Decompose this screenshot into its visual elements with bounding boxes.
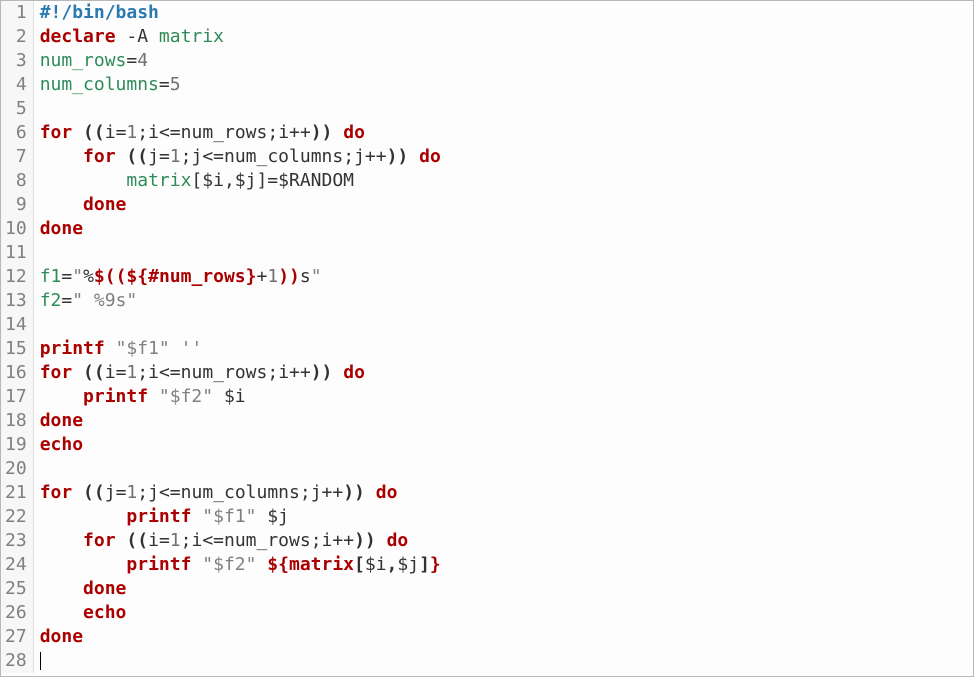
- code-line: matrix[$i,$j]=$RANDOM: [40, 169, 973, 193]
- code-line: for ((i=1;i<=num_rows;i++)) do: [40, 529, 973, 553]
- line-number: 14: [5, 313, 27, 337]
- code-line: [40, 313, 973, 337]
- code-line: done: [40, 409, 973, 433]
- code-line: [40, 241, 973, 265]
- line-number: 20: [5, 457, 27, 481]
- line-number: 25: [5, 577, 27, 601]
- line-number: 22: [5, 505, 27, 529]
- line-number: 8: [5, 169, 27, 193]
- line-number: 2: [5, 25, 27, 49]
- code-line: printf "$f2" $i: [40, 385, 973, 409]
- line-number: 4: [5, 73, 27, 97]
- line-number: 11: [5, 241, 27, 265]
- code-line: for ((i=1;i<=num_rows;i++)) do: [40, 121, 973, 145]
- code-line: printf "$f1" '': [40, 337, 973, 361]
- code-line: for ((i=1;i<=num_rows;i++)) do: [40, 361, 973, 385]
- line-number: 7: [5, 145, 27, 169]
- line-number: 26: [5, 601, 27, 625]
- code-line: f2=" %9s": [40, 289, 973, 313]
- line-number: 18: [5, 409, 27, 433]
- line-number: 23: [5, 529, 27, 553]
- line-number: 17: [5, 385, 27, 409]
- line-number: 21: [5, 481, 27, 505]
- code-line: [40, 97, 973, 121]
- code-line: [40, 457, 973, 481]
- code-line: done: [40, 217, 973, 241]
- code-line: for ((j=1;j<=num_columns;j++)) do: [40, 145, 973, 169]
- code-line: echo: [40, 433, 973, 457]
- code-line: printf "$f2" ${matrix[$i,$j]}: [40, 553, 973, 577]
- source-code[interactable]: #!/bin/bashdeclare -A matrixnum_rows=4nu…: [34, 1, 973, 673]
- code-editor: 1234567891011121314151617181920212223242…: [0, 0, 974, 677]
- code-block: 1234567891011121314151617181920212223242…: [1, 1, 973, 673]
- code-line: done: [40, 577, 973, 601]
- code-line: done: [40, 193, 973, 217]
- line-number: 9: [5, 193, 27, 217]
- line-number: 1: [5, 1, 27, 25]
- line-number: 5: [5, 97, 27, 121]
- line-number: 15: [5, 337, 27, 361]
- code-line: echo: [40, 601, 973, 625]
- line-number: 12: [5, 265, 27, 289]
- code-line: num_rows=4: [40, 49, 973, 73]
- code-line: for ((j=1;j<=num_columns;j++)) do: [40, 481, 973, 505]
- code-line: [40, 649, 973, 673]
- line-number: 6: [5, 121, 27, 145]
- line-number: 28: [5, 649, 27, 673]
- code-line: #!/bin/bash: [40, 1, 973, 25]
- line-number: 19: [5, 433, 27, 457]
- code-line: num_columns=5: [40, 73, 973, 97]
- line-number: 16: [5, 361, 27, 385]
- line-number: 13: [5, 289, 27, 313]
- line-number: 10: [5, 217, 27, 241]
- line-number: 27: [5, 625, 27, 649]
- line-number-gutter: 1234567891011121314151617181920212223242…: [1, 1, 34, 673]
- code-line: declare -A matrix: [40, 25, 973, 49]
- line-number: 24: [5, 553, 27, 577]
- line-number: 3: [5, 49, 27, 73]
- code-line: printf "$f1" $j: [40, 505, 973, 529]
- code-line: done: [40, 625, 973, 649]
- code-line: f1="%$((${#num_rows}+1))s": [40, 265, 973, 289]
